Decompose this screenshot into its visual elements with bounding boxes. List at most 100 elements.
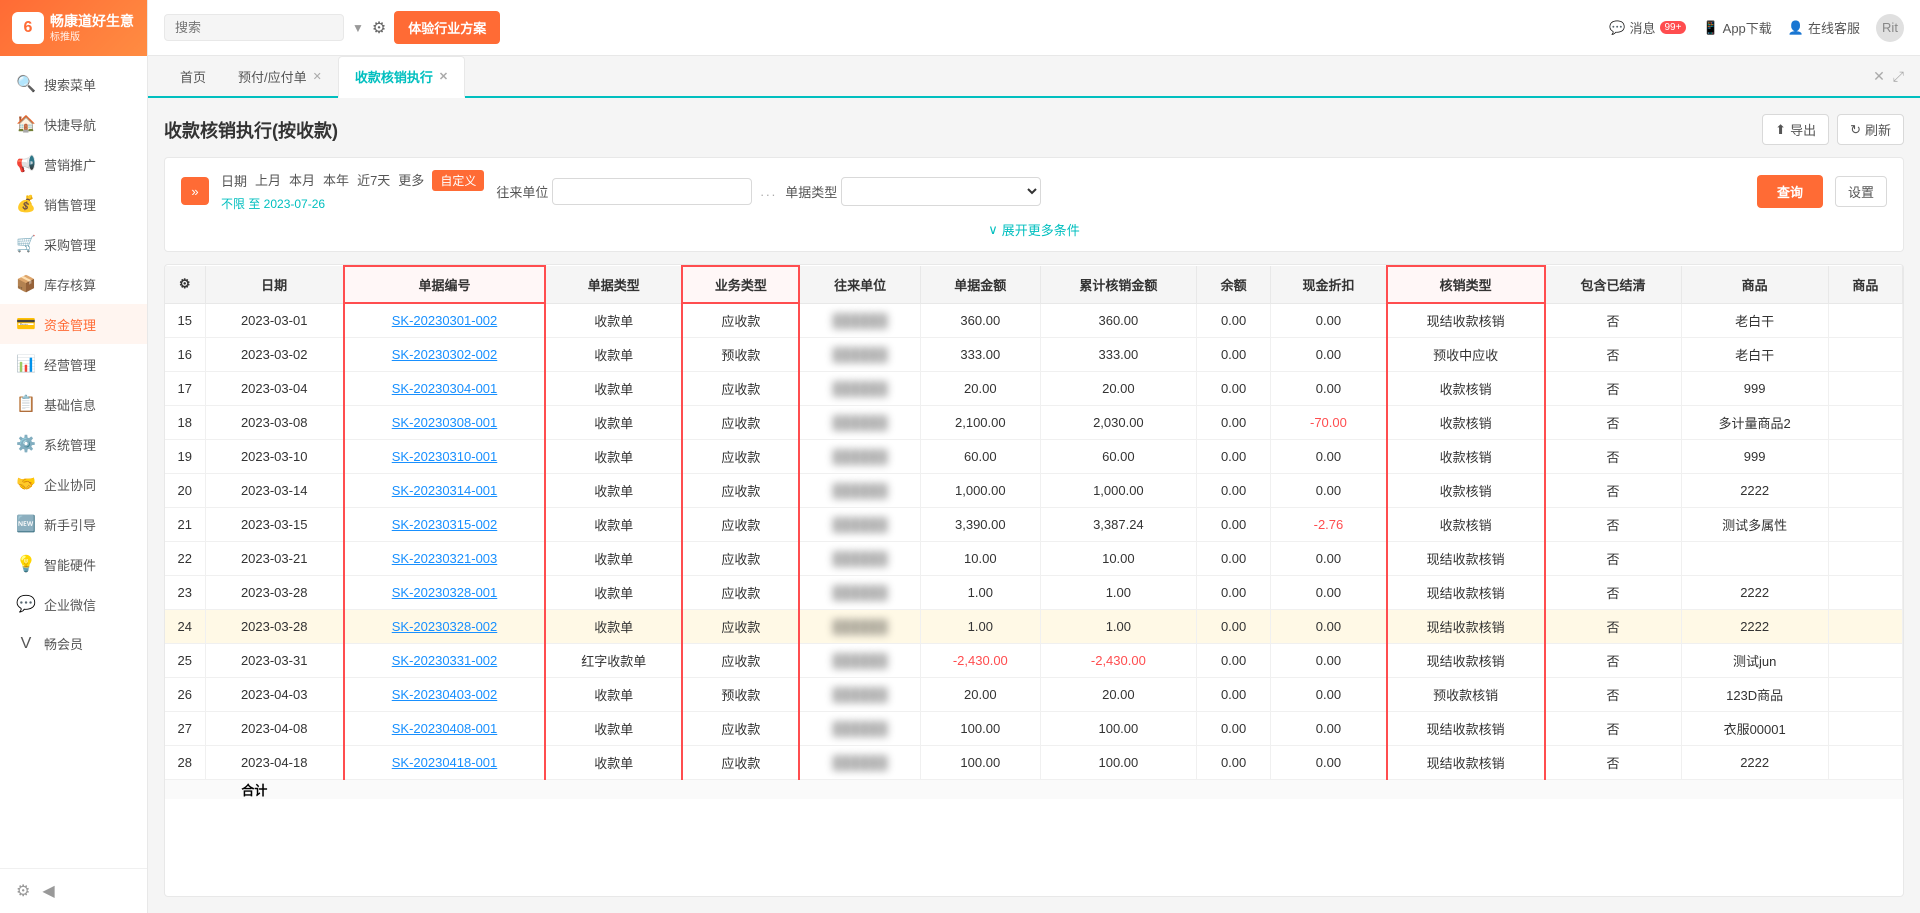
refresh-label: 刷新 (1865, 120, 1891, 139)
tab-expand-icon[interactable]: ⤢ (1893, 68, 1904, 85)
table-row[interactable]: 20 2023-03-14 SK-20230314-001 收款单 应收款 ██… (165, 474, 1903, 508)
enterprise-icon: 🤝 (16, 474, 36, 494)
table-row[interactable]: 19 2023-03-10 SK-20230310-001 收款单 应收款 ██… (165, 440, 1903, 474)
col-settings[interactable]: ⚙ (165, 266, 205, 303)
table-row[interactable]: 16 2023-03-02 SK-20230302-002 收款单 预收款 ██… (165, 338, 1903, 372)
table-row[interactable]: 27 2023-04-08 SK-20230408-001 收款单 应收款 ██… (165, 712, 1903, 746)
doc-no-link[interactable]: SK-20230308-001 (392, 415, 498, 430)
cell-party: ██████ (799, 644, 920, 678)
sidebar-item-quick-nav[interactable]: 🏠快捷导航 (0, 104, 147, 144)
sidebar-item-member[interactable]: V畅会员 (0, 624, 147, 663)
refresh-button[interactable]: ↻ 刷新 (1837, 114, 1904, 145)
message-badge: 99+ (1660, 21, 1687, 34)
table-row[interactable]: 17 2023-03-04 SK-20230304-001 收款单 应收款 ██… (165, 372, 1903, 406)
doc-no-link[interactable]: SK-20230418-001 (392, 755, 498, 770)
col-doc-type: 单据类型 (545, 266, 682, 303)
doc-no-link[interactable]: SK-20230328-001 (392, 585, 498, 600)
cell-include: 否 (1545, 746, 1682, 780)
tab-close-all-icon[interactable]: ✕ (1873, 68, 1885, 85)
setting-button[interactable]: 设置 (1835, 176, 1887, 207)
party-value: ██████ (832, 347, 887, 362)
settings-icon[interactable]: ⚙ (16, 881, 30, 901)
tab-receipt-close[interactable]: ✕ (439, 70, 448, 83)
date-more[interactable]: 更多 (398, 170, 424, 191)
doc-no-link[interactable]: SK-20230304-001 (392, 381, 498, 396)
sidebar-item-search-menu[interactable]: 🔍搜索菜单 (0, 64, 147, 104)
cell-seq: 16 (165, 338, 205, 372)
doc-no-link[interactable]: SK-20230315-002 (392, 517, 498, 532)
search-input[interactable] (164, 14, 344, 41)
message-button[interactable]: 💬 消息 99+ (1609, 18, 1686, 37)
table-row[interactable]: 18 2023-03-08 SK-20230308-001 收款单 应收款 ██… (165, 406, 1903, 440)
cell-amount: 10.00 (920, 542, 1040, 576)
app-download-button[interactable]: 📱 App下载 (1702, 18, 1771, 37)
cell-seq: 18 (165, 406, 205, 440)
gear-icon[interactable]: ⚙ (372, 18, 386, 38)
industry-btn[interactable]: 体验行业方案 (394, 11, 500, 44)
tab-payable[interactable]: 预付/应付单 ✕ (222, 57, 338, 96)
table-row[interactable]: 24 2023-03-28 SK-20230328-002 收款单 应收款 ██… (165, 610, 1903, 644)
doc-no-link[interactable]: SK-20230408-001 (392, 721, 498, 736)
sidebar-item-sales[interactable]: 💰销售管理 (0, 184, 147, 224)
cell-discount: 0.00 (1271, 440, 1387, 474)
filter-bar: » 日期 上月 本月 本年 近7天 更多 自定义 不限 (164, 157, 1904, 252)
doc-no-link[interactable]: SK-20230301-002 (392, 313, 498, 328)
filter-collapse-btn[interactable]: » (181, 177, 209, 205)
date-7days[interactable]: 近7天 (357, 170, 390, 191)
tab-home[interactable]: 首页 (164, 57, 222, 96)
cell-product2 (1828, 576, 1902, 610)
date-this-month[interactable]: 本月 (289, 170, 315, 191)
doc-no-link[interactable]: SK-20230403-002 (392, 687, 498, 702)
sidebar-item-marketing[interactable]: 📢营销推广 (0, 144, 147, 184)
expand-more-btn[interactable]: ∨ 展开更多条件 (181, 220, 1887, 239)
collapse-icon[interactable]: ◀ (42, 881, 54, 901)
sidebar-item-system[interactable]: ⚙️系统管理 (0, 424, 147, 464)
table-row[interactable]: 21 2023-03-15 SK-20230315-002 收款单 应收款 ██… (165, 508, 1903, 542)
party-filter-label: 往来单位 (496, 182, 548, 201)
cell-product2 (1828, 372, 1902, 406)
sidebar-item-base-info[interactable]: 📋基础信息 (0, 384, 147, 424)
voucher-type-select[interactable] (841, 177, 1041, 206)
sidebar-item-guide[interactable]: 🆕新手引导 (0, 504, 147, 544)
sidebar-item-operation[interactable]: 📊经营管理 (0, 344, 147, 384)
doc-no-link[interactable]: SK-20230328-002 (392, 619, 498, 634)
sidebar-item-finance[interactable]: 💳资金管理 (0, 304, 147, 344)
doc-no-link[interactable]: SK-20230302-002 (392, 347, 498, 362)
doc-no-link[interactable]: SK-20230331-002 (392, 653, 498, 668)
table-row[interactable]: 23 2023-03-28 SK-20230328-001 收款单 应收款 ██… (165, 576, 1903, 610)
tab-payable-close[interactable]: ✕ (313, 70, 322, 83)
table-row[interactable]: 28 2023-04-18 SK-20230418-001 收款单 应收款 ██… (165, 746, 1903, 780)
sidebar-item-hardware[interactable]: 💡智能硬件 (0, 544, 147, 584)
col-date: 日期 (205, 266, 344, 303)
table-row[interactable]: 25 2023-03-31 SK-20230331-002 红字收款单 应收款 … (165, 644, 1903, 678)
cell-include: 否 (1545, 338, 1682, 372)
doc-no-link[interactable]: SK-20230310-001 (392, 449, 498, 464)
chevron-down-icon[interactable]: ▼ (352, 21, 364, 35)
export-button[interactable]: ⬆ 导出 (1762, 114, 1829, 145)
cell-party: ██████ (799, 406, 920, 440)
sidebar-item-purchase[interactable]: 🛒采购管理 (0, 224, 147, 264)
table-row[interactable]: 15 2023-03-01 SK-20230301-002 收款单 应收款 ██… (165, 303, 1903, 338)
sidebar-menu: 🔍搜索菜单🏠快捷导航📢营销推广💰销售管理🛒采购管理📦库存核算💳资金管理📊经营管理… (0, 56, 147, 868)
doc-no-link[interactable]: SK-20230314-001 (392, 483, 498, 498)
sidebar-item-wechat[interactable]: 💬企业微信 (0, 584, 147, 624)
date-custom[interactable]: 自定义 (432, 170, 484, 191)
sidebar-item-inventory[interactable]: 📦库存核算 (0, 264, 147, 304)
cell-discount: 0.00 (1271, 746, 1387, 780)
party-input[interactable] (552, 178, 752, 205)
tab-receipt-verify[interactable]: 收款核销执行 ✕ (338, 56, 465, 98)
doc-no-link[interactable]: SK-20230321-003 (392, 551, 498, 566)
date-this-year[interactable]: 本年 (323, 170, 349, 191)
cell-party: ██████ (799, 712, 920, 746)
sales-label: 销售管理 (44, 195, 96, 214)
sidebar-item-enterprise[interactable]: 🤝企业协同 (0, 464, 147, 504)
cell-product: 2222 (1681, 576, 1828, 610)
table-row[interactable]: 22 2023-03-21 SK-20230321-003 收款单 应收款 ██… (165, 542, 1903, 576)
cell-include: 否 (1545, 406, 1682, 440)
avatar[interactable]: Rit (1876, 14, 1904, 42)
date-prev-month[interactable]: 上月 (255, 170, 281, 191)
online-service-button[interactable]: 👤 在线客服 (1788, 18, 1860, 37)
table-row[interactable]: 26 2023-04-03 SK-20230403-002 收款单 预收款 ██… (165, 678, 1903, 712)
base-info-label: 基础信息 (44, 395, 96, 414)
query-button[interactable]: 查询 (1757, 175, 1823, 208)
